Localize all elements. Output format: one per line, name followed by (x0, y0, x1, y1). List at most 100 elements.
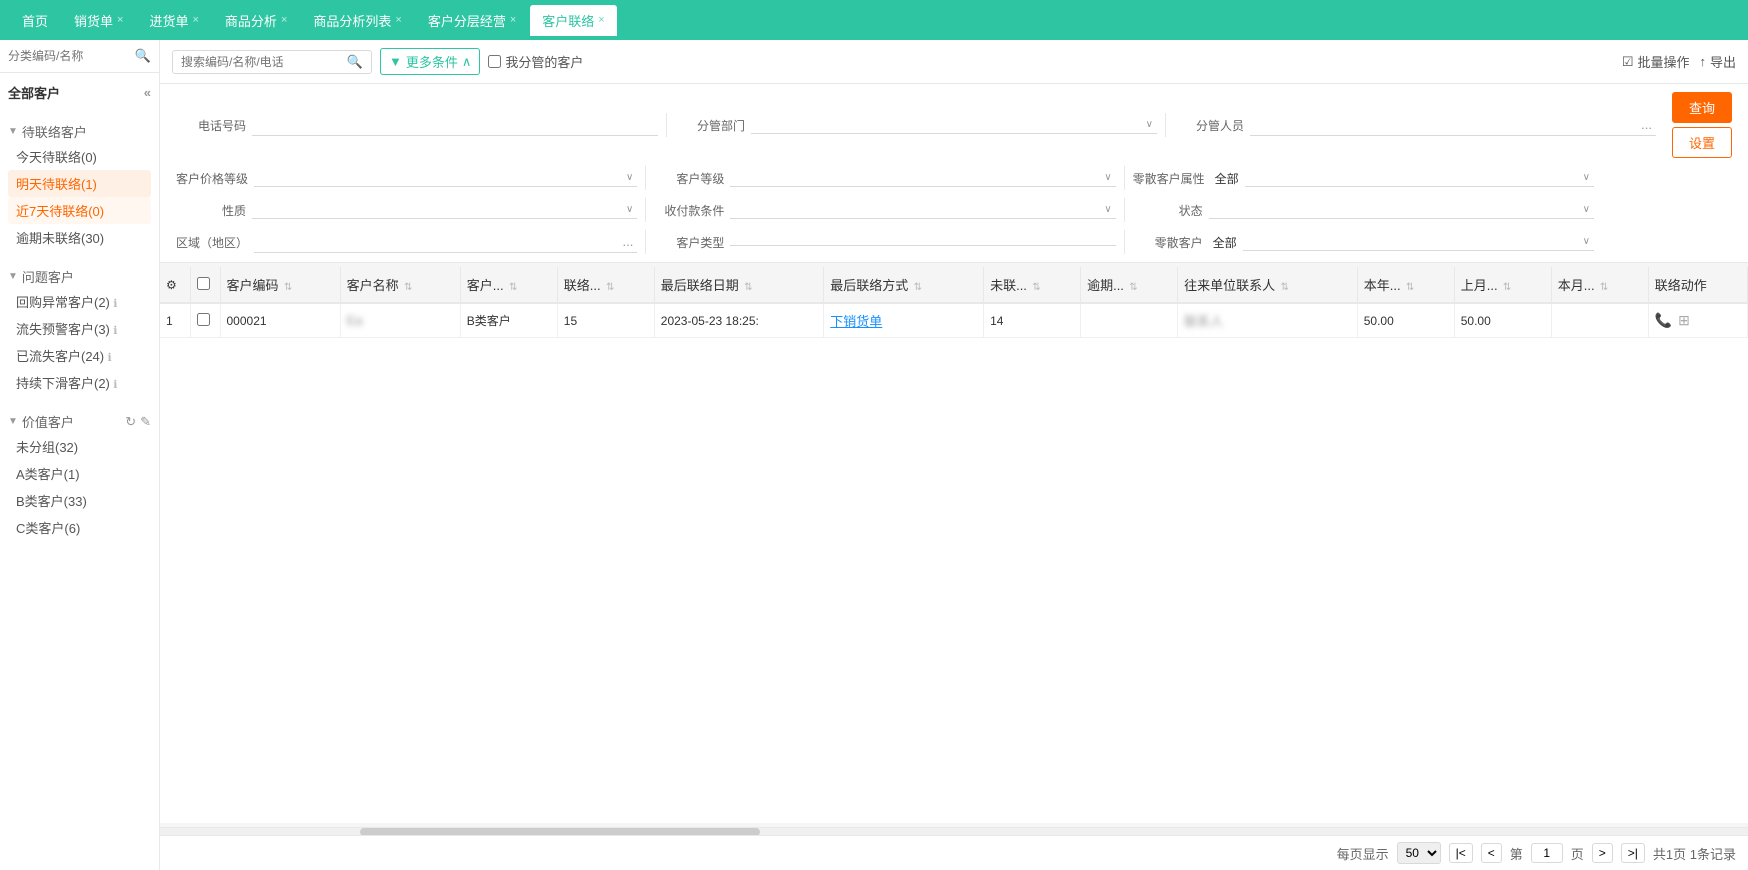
sidebar-search-input[interactable] (8, 49, 131, 63)
close-product-analysis-icon[interactable]: × (281, 14, 287, 26)
sort-unit-icon[interactable]: ⇅ (1280, 282, 1288, 293)
nav-customer-contact[interactable]: 客户联络 × (530, 5, 616, 36)
customer-value-chevron-icon: ∨ (626, 172, 633, 183)
customer-level-select[interactable]: ∨ (730, 169, 1115, 187)
search-icon[interactable]: 🔍 (347, 54, 363, 70)
my-customers-checkbox-wrap: 我分管的客户 (488, 52, 583, 71)
sort-last-month-icon[interactable]: ⇅ (1503, 282, 1511, 293)
nav-product-analysis-list[interactable]: 商品分析列表 × (301, 5, 413, 36)
sidebar-item-today[interactable]: 今天待联络(0) (8, 143, 151, 170)
close-customer-tier-icon[interactable]: × (510, 14, 516, 26)
cell-last-month: 50.00 (1454, 303, 1551, 338)
sidebar-item-class-c[interactable]: C类客户(6) (8, 514, 151, 541)
sidebar-item-overdue[interactable]: 逾期未联络(30) (8, 224, 151, 251)
edit-icon[interactable]: ✎ (140, 414, 151, 430)
payment-select[interactable]: ∨ (730, 201, 1115, 219)
close-purchase-icon[interactable]: × (192, 14, 198, 26)
sidebar-item-7days[interactable]: 近7天待联络(0) (8, 197, 151, 224)
phone-action-icon[interactable]: 📞 (1655, 312, 1672, 329)
customer-level-chevron-icon: ∨ (1104, 172, 1111, 183)
sort-contact-icon[interactable]: ⇅ (606, 282, 614, 293)
value-customers-group-title[interactable]: ▼ 价值客户 ↻ ✎ (8, 408, 151, 433)
sidebar-item-churn-warning[interactable]: 流失预警客户(3) ℹ (8, 315, 151, 342)
main-layout: 🔍 全部客户 « ▼ 待联络客户 今天待联络(0) 明天待联络(1) 近7天待联… (0, 40, 1748, 870)
sidebar-item-class-b[interactable]: B类客户(33) (8, 487, 151, 514)
close-sales-icon[interactable]: × (117, 14, 123, 26)
filter-row-4: 区域（地区） ... 客户类型 零散客户 全部 ∨ (176, 230, 1732, 254)
cell-no-contact: 14 (984, 303, 1081, 338)
nav-home[interactable]: 首页 (10, 5, 60, 36)
cell-unit-contact: 联系人 (1178, 303, 1358, 338)
nav-sales[interactable]: 销货单 × (62, 5, 135, 36)
sort-no-contact-icon[interactable]: ⇅ (1032, 282, 1040, 293)
select-all-checkbox[interactable] (197, 277, 210, 290)
first-page-button[interactable]: |< (1449, 843, 1473, 863)
sidebar-collapse-icon[interactable]: « (144, 85, 151, 100)
sidebar-item-ungrouped[interactable]: 未分组(32) (8, 433, 151, 460)
customer-value-select[interactable]: ∨ (254, 169, 637, 187)
contact-method-link[interactable]: 下销货单 (830, 314, 882, 329)
sort-date-icon[interactable]: ⇅ (744, 282, 752, 293)
problem-customers-section: ▼ 问题客户 回购异常客户(2) ℹ 流失预警客户(3) ℹ 已流失客户(24)… (0, 257, 159, 402)
chevron-up-icon: ∧ (462, 54, 472, 70)
area-dots-icon[interactable]: ... (622, 234, 633, 249)
page-size-select[interactable]: 50 (1397, 842, 1441, 864)
nav-product-analysis[interactable]: 商品分析 × (213, 5, 299, 36)
horizontal-scrollbar[interactable] (160, 827, 1748, 835)
sidebar-item-class-a[interactable]: A类客户(1) (8, 460, 151, 487)
sidebar-search-wrap: 🔍 (0, 40, 159, 73)
person-select[interactable]: ... (1250, 114, 1656, 136)
nature-chevron-icon: ∨ (626, 204, 633, 215)
sort-name-icon[interactable]: ⇅ (404, 282, 412, 293)
area-select[interactable]: ... (254, 231, 637, 253)
phone-input[interactable] (252, 115, 658, 136)
search-input[interactable] (181, 55, 343, 69)
nav-customer-tier[interactable]: 客户分层经营 × (416, 5, 528, 36)
nature-select[interactable]: ∨ (252, 201, 637, 219)
person-field: 分管人员 ... (1174, 114, 1656, 136)
retail-attr-chevron-icon: ∨ (1583, 172, 1590, 183)
dept-select[interactable]: ∨ (751, 116, 1157, 134)
close-product-list-icon[interactable]: × (395, 14, 401, 26)
sidebar-item-declining[interactable]: 持续下滑客户(2) ℹ (8, 369, 151, 396)
last-page-button[interactable]: >| (1621, 843, 1645, 863)
setting-button[interactable]: 设置 (1672, 127, 1732, 158)
close-customer-contact-icon[interactable]: × (598, 14, 604, 26)
more-filter-button[interactable]: ▼ 更多条件 ∧ (380, 48, 480, 75)
cell-index: 1 (160, 303, 190, 338)
problem-customers-group-title[interactable]: ▼ 问题客户 (8, 263, 151, 288)
sort-overdue-icon[interactable]: ⇅ (1129, 282, 1137, 293)
person-dots-icon[interactable]: ... (1641, 117, 1652, 132)
sort-type-icon[interactable]: ⇅ (509, 282, 517, 293)
sidebar-item-churned[interactable]: 已流失客户(24) ℹ (8, 342, 151, 369)
retail-customer-select[interactable]: ∨ (1243, 233, 1594, 251)
status-select[interactable]: ∨ (1209, 201, 1594, 219)
query-button[interactable]: 查询 (1672, 92, 1732, 123)
sort-code-icon[interactable]: ⇅ (284, 282, 292, 293)
pending-contact-group-title[interactable]: ▼ 待联络客户 (8, 118, 151, 143)
nav-purchase[interactable]: 进货单 × (137, 5, 210, 36)
sidebar-all-customers-title[interactable]: 全部客户 « (8, 79, 151, 106)
my-customers-checkbox[interactable] (488, 55, 501, 68)
expand-icon: ▼ (8, 126, 18, 137)
col-settings[interactable]: ⚙ (160, 267, 190, 303)
col-last-month: 上月... ⇅ (1454, 267, 1551, 303)
batch-operation-button[interactable]: ☑ 批量操作 (1622, 52, 1690, 71)
sidebar-search-icon[interactable]: 🔍 (135, 48, 151, 64)
sidebar-item-tomorrow[interactable]: 明天待联络(1) (8, 170, 151, 197)
customer-type-select[interactable] (730, 239, 1115, 246)
sort-this-month-icon[interactable]: ⇅ (1600, 282, 1608, 293)
refresh-icon[interactable]: ↻ (125, 414, 136, 430)
sidebar-item-repurchase-abnormal[interactable]: 回购异常客户(2) ℹ (8, 288, 151, 315)
row-checkbox[interactable] (197, 313, 210, 326)
export-button[interactable]: ↑ 导出 (1699, 52, 1736, 71)
sort-method-icon[interactable]: ⇅ (914, 282, 922, 293)
grid-action-icon[interactable]: ⊞ (1678, 312, 1690, 329)
page-number-input[interactable] (1531, 843, 1563, 863)
retail-attr-select[interactable]: ∨ (1245, 169, 1594, 187)
sort-this-year-icon[interactable]: ⇅ (1406, 282, 1414, 293)
next-page-button[interactable]: > (1592, 843, 1613, 863)
cell-action: 📞 ⊞ (1648, 303, 1747, 338)
area-field: 区域（地区） ... (176, 231, 637, 253)
prev-page-button[interactable]: < (1481, 843, 1502, 863)
